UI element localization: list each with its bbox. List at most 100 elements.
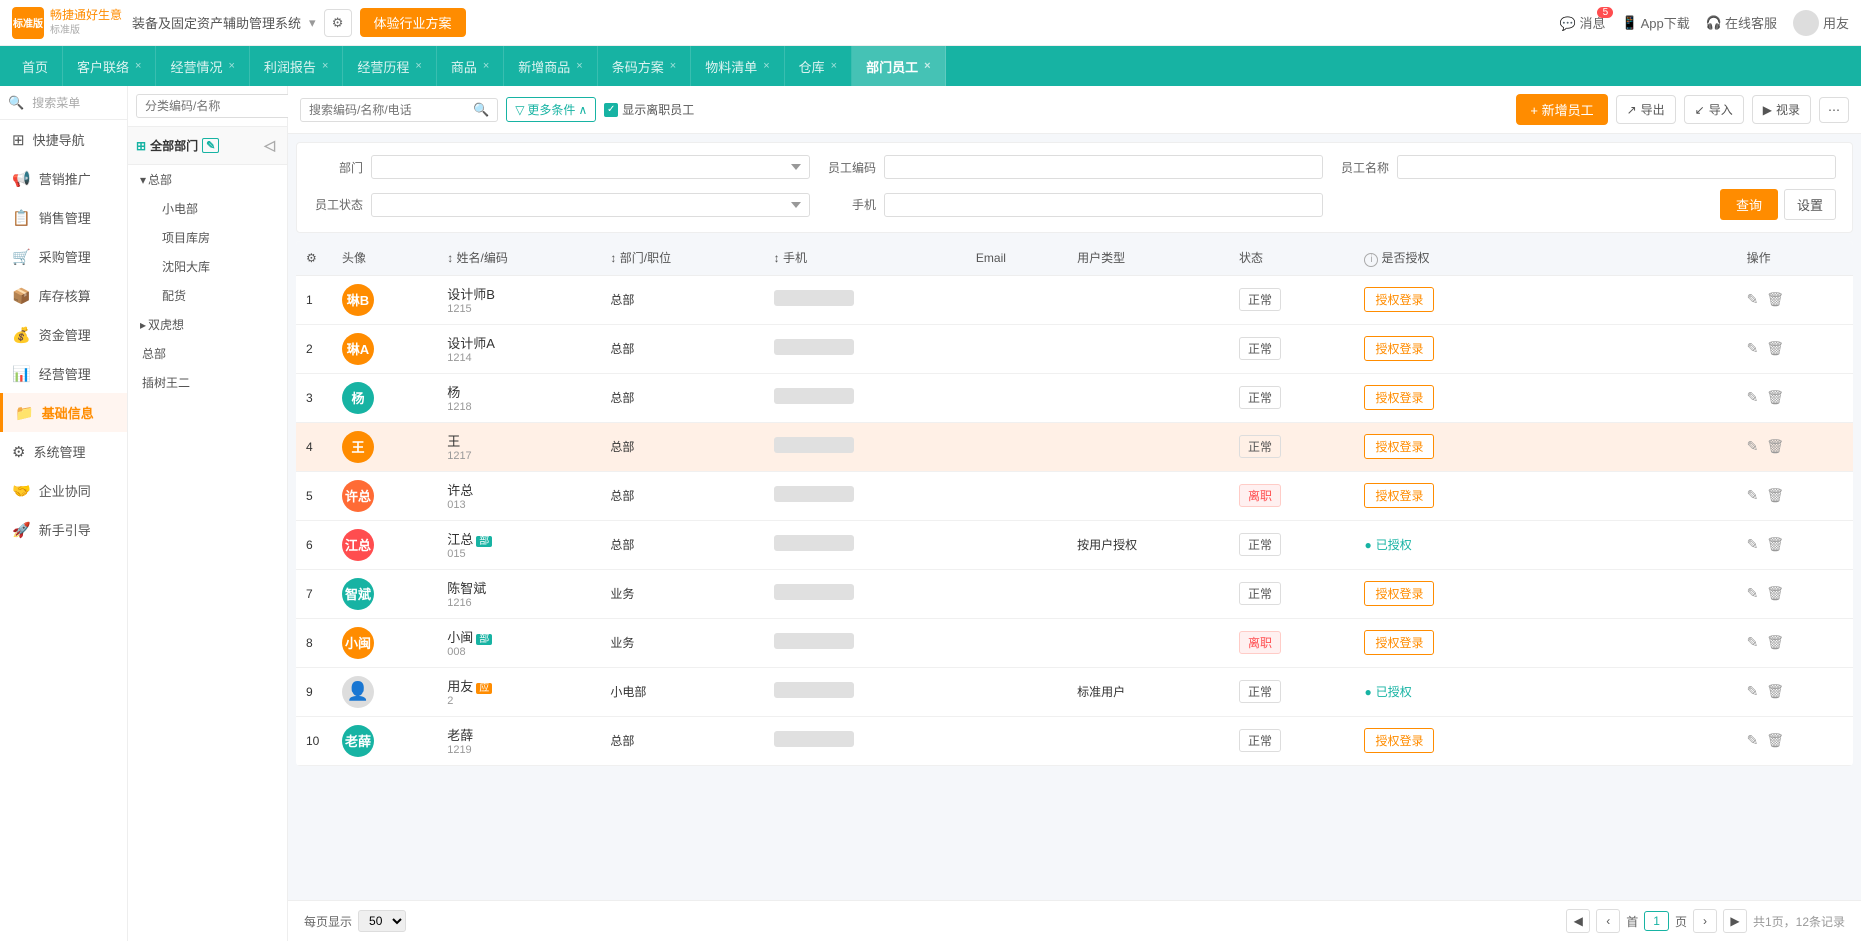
more-button[interactable]: ⋯ <box>1819 97 1849 123</box>
dept-tree-item[interactable]: 小电部 <box>128 194 287 223</box>
auth-button[interactable]: 授权登录 <box>1364 385 1434 410</box>
edit-button[interactable]: ✎ <box>1747 585 1759 602</box>
sidebar-item-guide[interactable]: 🚀新手引导 <box>0 510 127 549</box>
col-phone[interactable]: ↕ 手机 <box>764 241 966 275</box>
navtab-仓库[interactable]: 仓库 × <box>785 46 852 86</box>
sidebar-item-inventory[interactable]: 📦库存核算 <box>0 276 127 315</box>
col-settings[interactable]: ⚙ <box>296 241 332 275</box>
sidebar-item-purchase[interactable]: 🛒采购管理 <box>0 237 127 276</box>
user-menu-button[interactable]: 用友 <box>1793 10 1849 36</box>
navtab-经营历程[interactable]: 经营历程 × <box>343 46 436 86</box>
close-icon[interactable]: × <box>415 60 421 72</box>
filter-empname-input[interactable] <box>1397 155 1836 179</box>
auth-button[interactable]: 授权登录 <box>1364 581 1434 606</box>
delete-button[interactable]: 🗑 <box>1766 634 1784 651</box>
filter-dept-select[interactable] <box>371 155 810 179</box>
add-employee-button[interactable]: + 新增员工 <box>1516 94 1607 125</box>
edit-button[interactable]: ✎ <box>1747 340 1759 357</box>
current-page[interactable]: 1 <box>1644 911 1669 931</box>
app-download-button[interactable]: 📱App下载 <box>1621 13 1689 32</box>
dropdown-icon[interactable]: ▾ <box>309 15 316 31</box>
delete-button[interactable]: 🗑 <box>1766 585 1784 602</box>
auth-button[interactable]: 授权登录 <box>1364 434 1434 459</box>
edit-button[interactable]: ✎ <box>1747 732 1759 749</box>
next-page-btn[interactable]: › <box>1693 909 1717 933</box>
close-icon[interactable]: × <box>831 60 837 72</box>
close-icon[interactable]: × <box>576 60 582 72</box>
delete-button[interactable]: 🗑 <box>1766 683 1784 700</box>
navtab-新增商品[interactable]: 新增商品 × <box>504 46 597 86</box>
col-dept[interactable]: ↕ 部门/职位 <box>600 241 763 275</box>
export-button[interactable]: ↗ 导出 <box>1616 95 1676 124</box>
dept-tree-item[interactable]: 配货 <box>128 281 287 310</box>
auth-button[interactable]: 授权登录 <box>1364 728 1434 753</box>
dept-tree-item[interactable]: 总部 <box>128 339 287 368</box>
navtab-利润报告[interactable]: 利润报告 × <box>250 46 343 86</box>
delete-button[interactable]: 🗑 <box>1766 487 1784 504</box>
dept-tree-item[interactable]: 插树王二 <box>128 368 287 397</box>
message-button[interactable]: 💬 消息 5 <box>1560 13 1606 32</box>
dept-tree-item[interactable]: ▸ 双虎想 <box>128 310 287 339</box>
sidebar-item-system[interactable]: ⚙系统管理 <box>0 432 127 471</box>
auth-button[interactable]: 授权登录 <box>1364 483 1434 508</box>
navtab-物料清单[interactable]: 物料清单 × <box>691 46 784 86</box>
dept-tree-item[interactable]: 沈阳大库 <box>128 252 287 281</box>
edit-button[interactable]: ✎ <box>1747 438 1759 455</box>
dept-tree-item[interactable]: 项目库房 <box>128 223 287 252</box>
sidebar-item-basic[interactable]: 📁基础信息 <box>0 393 127 432</box>
dept-tree-collapse-btn[interactable]: ◁ <box>260 133 279 158</box>
edit-button[interactable]: ✎ <box>1747 683 1759 700</box>
dept-edit-icon[interactable]: ✎ <box>202 138 219 153</box>
sidebar-item-sales[interactable]: 📋销售管理 <box>0 198 127 237</box>
more-conditions-button[interactable]: ▽ 更多条件 ∧ <box>506 97 596 122</box>
import-button[interactable]: ↙ 导入 <box>1684 95 1744 124</box>
edit-button[interactable]: ✎ <box>1747 536 1759 553</box>
filter-empcode-input[interactable] <box>884 155 1323 179</box>
query-button[interactable]: 查询 <box>1720 189 1778 220</box>
auth-button[interactable]: 授权登录 <box>1364 630 1434 655</box>
close-icon[interactable]: × <box>322 60 328 72</box>
first-page-btn[interactable]: ◀ <box>1566 909 1590 933</box>
navtab-部门员工[interactable]: 部门员工 × <box>852 46 945 86</box>
navtab-经营情况[interactable]: 经营情况 × <box>156 46 249 86</box>
col-name[interactable]: ↕ 姓名/编码 <box>437 241 600 275</box>
delete-button[interactable]: 🗑 <box>1766 536 1784 553</box>
page-size-select[interactable]: 50 <box>358 910 406 932</box>
sidebar-item-collab[interactable]: 🤝企业协同 <box>0 471 127 510</box>
edit-button[interactable]: ✎ <box>1747 634 1759 651</box>
prev-page-btn[interactable]: ‹ <box>1596 909 1620 933</box>
close-icon[interactable]: × <box>228 60 234 72</box>
last-page-btn[interactable]: ▶ <box>1723 909 1747 933</box>
filter-phone-input[interactable] <box>884 193 1323 217</box>
close-icon[interactable]: × <box>135 60 141 72</box>
navtab-首页[interactable]: 首页 <box>8 46 63 86</box>
search-input[interactable] <box>309 103 469 117</box>
gear-button[interactable]: ⚙ <box>324 9 352 37</box>
view-button[interactable]: ▶ 视录 <box>1752 95 1811 124</box>
filter-status-select[interactable] <box>371 193 810 217</box>
edit-button[interactable]: ✎ <box>1747 291 1759 308</box>
search-box[interactable]: 🔍 <box>300 98 498 122</box>
delete-button[interactable]: 🗑 <box>1766 389 1784 406</box>
close-icon[interactable]: × <box>763 60 769 72</box>
edit-button[interactable]: ✎ <box>1747 487 1759 504</box>
auth-button[interactable]: 授权登录 <box>1364 287 1434 312</box>
sidebar-item-shortcut[interactable]: ⊞快捷导航 <box>0 120 127 159</box>
sidebar-item-marketing[interactable]: 📢营销推广 <box>0 159 127 198</box>
edit-button[interactable]: ✎ <box>1747 389 1759 406</box>
navtab-商品[interactable]: 商品 × <box>437 46 504 86</box>
delete-button[interactable]: 🗑 <box>1766 732 1784 749</box>
trial-button[interactable]: 体验行业方案 <box>360 8 466 37</box>
sidebar-item-finance[interactable]: 💰资金管理 <box>0 315 127 354</box>
delete-button[interactable]: 🗑 <box>1766 340 1784 357</box>
sidebar-search[interactable]: 🔍 搜索菜单 <box>0 86 127 120</box>
close-icon[interactable]: × <box>670 60 676 72</box>
dept-tree-item[interactable]: ▾ 总部 <box>128 165 287 194</box>
close-icon[interactable]: × <box>924 60 930 72</box>
online-service-button[interactable]: 🎧在线客服 <box>1706 13 1777 32</box>
sidebar-item-operations[interactable]: 📊经营管理 <box>0 354 127 393</box>
delete-button[interactable]: 🗑 <box>1766 291 1784 308</box>
navtab-客户联络[interactable]: 客户联络 × <box>63 46 156 86</box>
close-icon[interactable]: × <box>483 60 489 72</box>
set-button[interactable]: 设置 <box>1784 189 1836 220</box>
